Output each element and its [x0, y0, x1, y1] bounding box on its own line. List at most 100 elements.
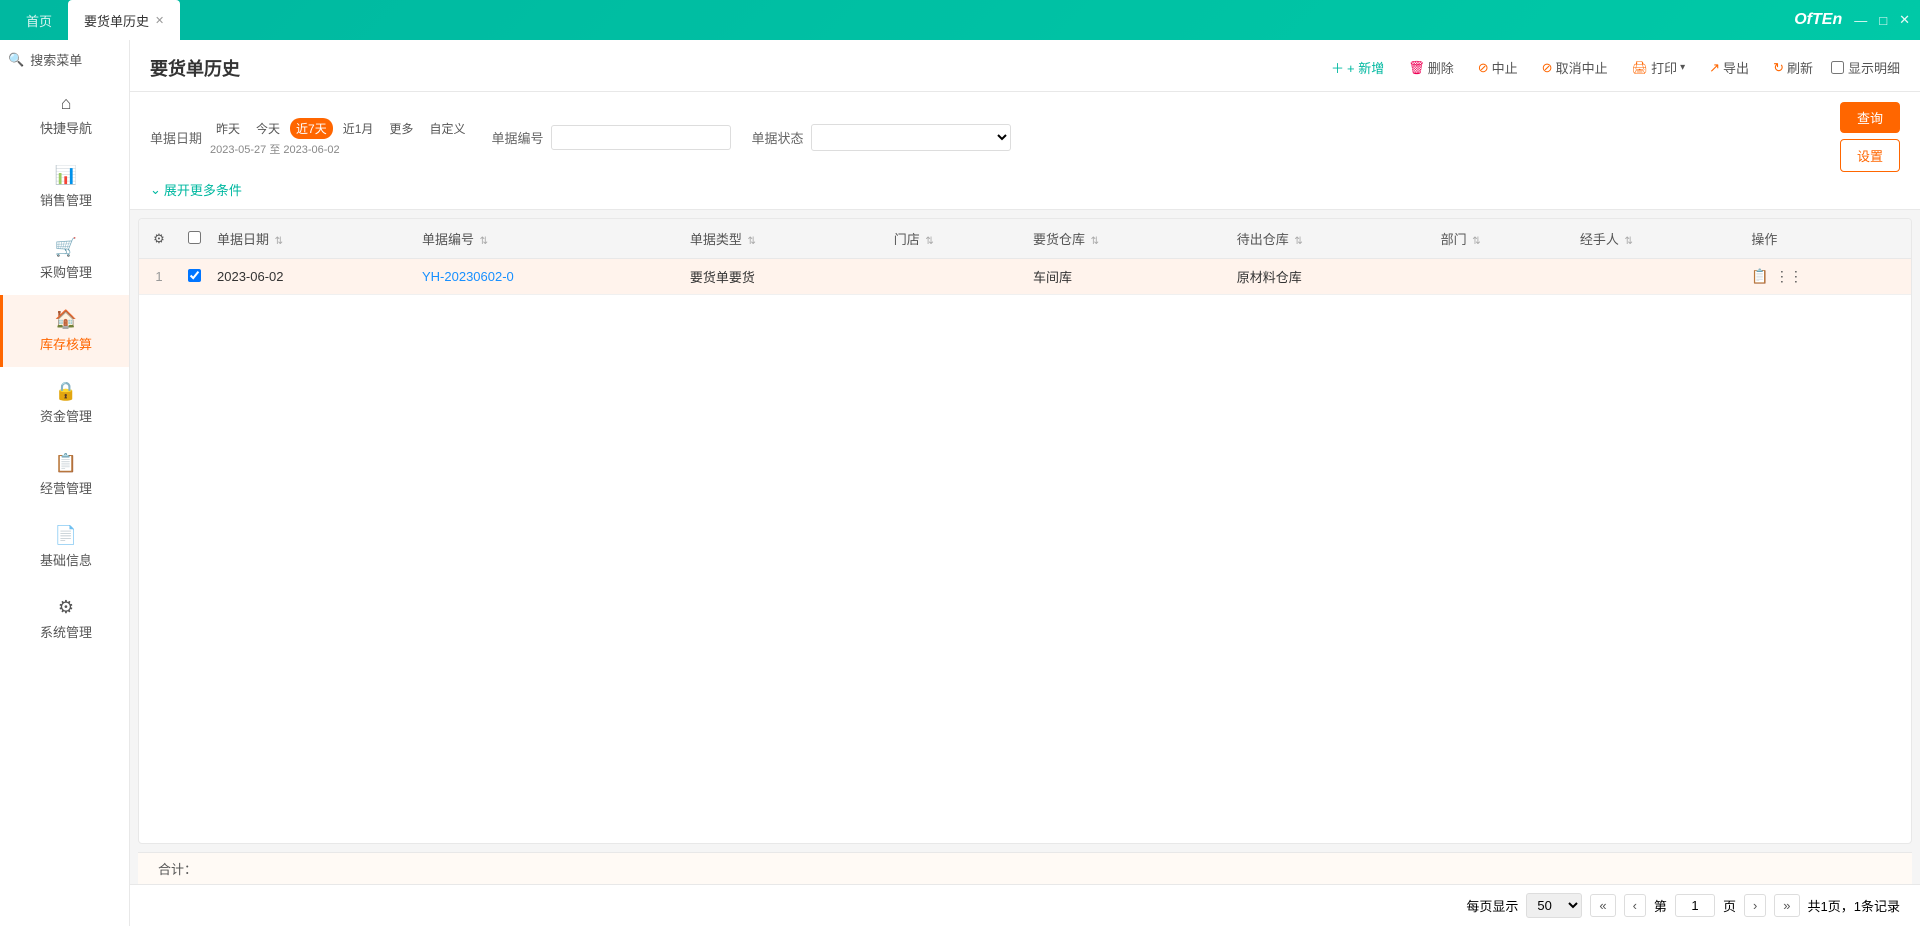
quick-nav-icon: ⌂ — [61, 93, 72, 114]
row-dept-0 — [1433, 259, 1572, 295]
sidebar-item-inventory[interactable]: 🏠 库存核算 — [0, 295, 129, 367]
minimize-btn[interactable]: — — [1854, 13, 1867, 28]
table-row: 1 2023-06-02 YH-20230602-0 要货单要货 车间库 原材料… — [139, 259, 1911, 295]
header-row: ⚙ 单据日期 ⇅ 单据编号 ⇅ — [139, 219, 1911, 259]
tab-home[interactable]: 首页 — [10, 0, 68, 40]
status-label: 单据状态 — [751, 128, 803, 147]
col-settings: ⚙ — [139, 219, 179, 259]
row-view-icon-0[interactable]: 📋 — [1751, 268, 1768, 285]
new-label: + 新增 — [1347, 58, 1384, 77]
handler-sort-icon[interactable]: ⇅ — [1625, 236, 1633, 247]
prev-page-btn[interactable]: ‹ — [1624, 894, 1646, 917]
sidebar-item-operations-label: 经营管理 — [40, 478, 92, 497]
settings-button[interactable]: 设置 — [1840, 139, 1900, 172]
inventory-icon: 🏠 — [55, 309, 77, 330]
sidebar-item-system-label: 系统管理 — [40, 622, 92, 641]
refresh-button[interactable]: ↻ 刷新 — [1767, 54, 1819, 81]
stop-icon: ⊘ — [1478, 60, 1489, 76]
row-action-0: 📋 ⋮⋮ — [1743, 259, 1911, 295]
dept-sort-icon[interactable]: ⇅ — [1472, 236, 1480, 247]
sidebar-item-purchase-label: 采购管理 — [40, 262, 92, 281]
sidebar-item-operations[interactable]: 📋 经营管理 — [0, 439, 129, 511]
page-label: 第 — [1654, 896, 1667, 915]
main-layout: 🔍 搜索菜单 ⌂ 快捷导航 📊 销售管理 🛒 采购管理 🏠 库存核算 🔒 资金管… — [0, 40, 1920, 926]
order-no-input[interactable] — [551, 125, 731, 150]
shortcut-1month[interactable]: 近1月 — [337, 118, 380, 139]
next-page-btn[interactable]: › — [1744, 894, 1766, 917]
close-tab-icon[interactable]: ✕ — [155, 14, 164, 27]
total-label: 合计： — [158, 862, 197, 877]
settings-icon[interactable]: ⚙ — [153, 231, 165, 246]
tab-bar: 首页 要货单历史 ✕ — [10, 0, 180, 40]
tab-order-history-label: 要货单历史 — [84, 11, 149, 30]
sidebar-item-sales[interactable]: 📊 销售管理 — [0, 151, 129, 223]
filter-area: 单据日期 昨天 今天 近7天 近1月 更多 自定义 2023-05-27 至 2… — [130, 92, 1920, 210]
warehouse-sort-icon[interactable]: ⇅ — [1091, 236, 1099, 247]
page-header: 要货单历史 ＋ + 新增 🗑 删除 ⊘ 中止 ⊘ 取消中止 — [130, 40, 1920, 92]
table-body: 1 2023-06-02 YH-20230602-0 要货单要货 车间库 原材料… — [139, 259, 1911, 295]
store-sort-icon[interactable]: ⇅ — [925, 236, 933, 247]
new-button[interactable]: ＋ + 新增 — [1325, 54, 1390, 81]
sidebar-item-quick-nav[interactable]: ⌂ 快捷导航 — [0, 79, 129, 151]
order-no-sort-icon[interactable]: ⇅ — [480, 236, 488, 247]
pending-sort-icon[interactable]: ⇅ — [1294, 236, 1302, 247]
maximize-btn[interactable]: □ — [1879, 13, 1887, 28]
col-order-type: 单据类型 ⇅ — [682, 219, 886, 259]
print-button[interactable]: 🖨 打印 ▾ — [1626, 54, 1692, 81]
display-detail-checkbox[interactable] — [1831, 61, 1844, 74]
shortcut-more[interactable]: 更多 — [383, 118, 419, 139]
date-sort-icon[interactable]: ⇅ — [275, 236, 283, 247]
delete-icon: 🗑 — [1408, 60, 1425, 76]
expand-more-btn[interactable]: ⌄ 展开更多条件 — [150, 180, 1900, 199]
row-more-icon-0[interactable]: ⋮⋮ — [1775, 268, 1803, 285]
purchase-icon: 🛒 — [55, 237, 77, 258]
stop-button[interactable]: ⊘ 中止 — [1472, 54, 1524, 81]
col-store-label: 门店 — [894, 232, 920, 247]
page-title: 要货单历史 — [150, 55, 240, 81]
per-page-select[interactable]: 50 20 100 — [1526, 893, 1582, 918]
sidebar-item-basic-info-label: 基础信息 — [40, 550, 92, 569]
cancel-stop-label: 取消中止 — [1556, 58, 1608, 77]
page-input[interactable] — [1675, 894, 1715, 917]
close-btn[interactable]: ✕ — [1899, 12, 1910, 28]
date-range-display: 2023-05-27 至 2023-06-02 — [210, 141, 471, 157]
first-page-btn[interactable]: « — [1590, 894, 1615, 917]
top-bar: 首页 要货单历史 ✕ OfTEn — □ ✕ — [0, 0, 1920, 40]
shortcut-yesterday[interactable]: 昨天 — [210, 118, 246, 139]
filter-actions: 查询 设置 — [1840, 102, 1900, 172]
col-order-no-label: 单据编号 — [422, 232, 474, 247]
delete-button[interactable]: 🗑 删除 — [1402, 54, 1460, 81]
sidebar-item-basic-info[interactable]: 📄 基础信息 — [0, 511, 129, 583]
shortcut-7days[interactable]: 近7天 — [290, 118, 333, 139]
type-sort-icon[interactable]: ⇅ — [748, 236, 756, 247]
last-page-btn[interactable]: » — [1774, 894, 1799, 917]
query-button[interactable]: 查询 — [1840, 102, 1900, 133]
row-num-0: 1 — [139, 259, 179, 295]
sidebar-item-system[interactable]: ⚙ 系统管理 — [0, 583, 129, 655]
tab-order-history[interactable]: 要货单历史 ✕ — [68, 0, 180, 40]
sales-icon: 📊 — [55, 165, 77, 186]
select-all-checkbox[interactable] — [188, 231, 201, 244]
cancel-stop-button[interactable]: ⊘ 取消中止 — [1536, 54, 1614, 81]
basic-info-icon: 📄 — [55, 525, 77, 546]
table-container: ⚙ 单据日期 ⇅ 单据编号 ⇅ — [138, 218, 1912, 844]
shortcut-custom[interactable]: 自定义 — [423, 118, 471, 139]
sidebar-item-purchase[interactable]: 🛒 采购管理 — [0, 223, 129, 295]
col-order-no: 单据编号 ⇅ — [414, 219, 682, 259]
table-header: ⚙ 单据日期 ⇅ 单据编号 ⇅ — [139, 219, 1911, 259]
export-button[interactable]: ↗ 导出 — [1703, 54, 1755, 81]
row-checkbox-0[interactable] — [188, 269, 201, 282]
order-no-label: 单据编号 — [491, 128, 543, 147]
status-select[interactable] — [811, 124, 1011, 151]
display-detail-checkbox-label[interactable]: 显示明细 — [1831, 58, 1900, 77]
row-checkbox-cell-0 — [179, 259, 209, 295]
shortcut-today[interactable]: 今天 — [250, 118, 286, 139]
sidebar-search[interactable]: 🔍 搜索菜单 — [0, 40, 129, 79]
top-bar-right: OfTEn — □ ✕ — [1794, 11, 1910, 29]
sidebar-item-inventory-label: 库存核算 — [40, 334, 92, 353]
order-no-link-0[interactable]: YH-20230602-0 — [422, 269, 514, 284]
col-checkbox — [179, 219, 209, 259]
sidebar-item-finance[interactable]: 🔒 资金管理 — [0, 367, 129, 439]
row-order-no-0: YH-20230602-0 — [414, 259, 682, 295]
sidebar: 🔍 搜索菜单 ⌂ 快捷导航 📊 销售管理 🛒 采购管理 🏠 库存核算 🔒 资金管… — [0, 40, 130, 926]
